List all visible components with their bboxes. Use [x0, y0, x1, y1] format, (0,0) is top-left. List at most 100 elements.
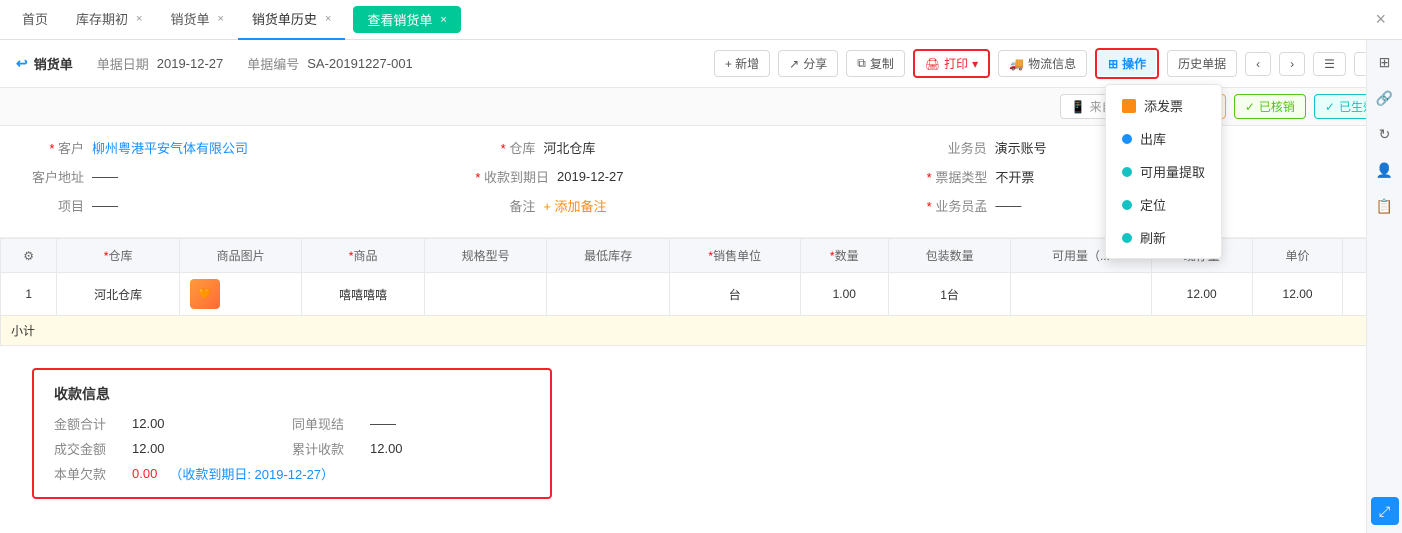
add-invoice-label: 添发票: [1144, 96, 1183, 115]
gear-icon: ⚙: [23, 249, 34, 263]
copy-button[interactable]: ⧉ 复制: [846, 50, 905, 77]
available-qty-label: 可用量提取: [1140, 162, 1205, 181]
locate-item[interactable]: 定位: [1106, 188, 1221, 221]
right-tool-expand[interactable]: ⤢: [1371, 497, 1399, 525]
subtotal-label: 小计: [11, 324, 35, 338]
history-label: 历史单据: [1178, 55, 1226, 72]
note-label: 备注: [475, 196, 535, 215]
tab-view-sales[interactable]: 查看销货单 ×: [353, 6, 460, 33]
doc-no-meta: 单据编号 SA-20191227-001: [239, 54, 413, 73]
print-dropdown-icon: ▾: [972, 57, 978, 71]
subtotal-row: 小计: [1, 316, 1402, 346]
tab-inventory-init[interactable]: 库存期初 ×: [62, 0, 156, 40]
main-content: ↩ 销货单 单据日期 2019-12-27 单据编号 SA-20191227-0…: [0, 40, 1402, 533]
tab-home[interactable]: 首页: [8, 0, 62, 40]
add-invoice-icon: [1122, 99, 1136, 113]
view-list-button[interactable]: ☰: [1313, 52, 1346, 76]
tab-home-label: 首页: [22, 9, 48, 28]
ticket-type-value: 不开票: [995, 167, 1034, 186]
add-note-button[interactable]: + 添加备注: [543, 196, 606, 215]
grid-ops-icon: ⊞: [1108, 57, 1118, 71]
tab-sales-close[interactable]: ×: [217, 13, 223, 25]
available-qty-icon: [1122, 167, 1132, 177]
tab-history-label: 销货单历史: [252, 9, 317, 28]
address-label: 客户地址: [24, 167, 84, 186]
refresh-item[interactable]: 刷新: [1106, 221, 1221, 254]
row-min-stock: [547, 273, 670, 316]
out-warehouse-label: 出库: [1140, 129, 1166, 148]
col-gear[interactable]: ⚙: [1, 239, 57, 273]
right-tool-link[interactable]: 🔗: [1371, 84, 1399, 112]
ticket-type-label: 票据类型: [927, 167, 988, 186]
col-unit: *销售单位: [669, 239, 800, 273]
tab-sales-order[interactable]: 销货单 ×: [156, 0, 237, 40]
row-product: 嘻嘻嘻嘻: [302, 273, 425, 316]
effective-icon: ✓: [1325, 100, 1335, 114]
project-label: 项目: [24, 196, 84, 215]
locate-icon: [1122, 200, 1132, 210]
add-note-text: + 添加备注: [543, 196, 606, 215]
date-label: 单据日期: [89, 54, 149, 73]
sales-staff-value: ——: [995, 198, 1021, 213]
operations-button[interactable]: ⊞ 操作: [1098, 51, 1156, 76]
cumulative-receipt-value: 12.00: [370, 441, 403, 456]
sales-staff-label: 业务员孟: [927, 196, 988, 215]
warehouse-value: 河北仓库: [543, 138, 595, 157]
staff-value: 演示账号: [995, 138, 1047, 157]
row-stock: 12.00: [1151, 273, 1252, 316]
refresh-label: 刷新: [1140, 228, 1166, 247]
tab-sales-history[interactable]: 销货单历史 ×: [238, 0, 345, 40]
tab-sales-label: 销货单: [170, 9, 209, 28]
customer-value[interactable]: 柳州粤港平安气体有限公司: [92, 138, 248, 157]
doc-title: ↩ 销货单: [16, 54, 73, 73]
share-button[interactable]: ↗ 分享: [778, 50, 838, 77]
transaction-amount-label: 成交金额: [54, 439, 124, 458]
out-warehouse-item[interactable]: 出库: [1106, 122, 1221, 155]
customer-label: 客户: [24, 138, 84, 157]
doc-header: ↩ 销货单 单据日期 2019-12-27 单据编号 SA-20191227-0…: [0, 40, 1402, 88]
checked-btn[interactable]: ✓ 已核销: [1234, 94, 1306, 119]
same-order-settle-row: 同单现结 ——: [292, 414, 530, 433]
same-order-settle-label: 同单现结: [292, 414, 362, 433]
no-label: 单据编号: [239, 54, 299, 73]
current-due-label: 本单欠款: [54, 464, 124, 483]
right-tool-grid[interactable]: ⊞: [1371, 48, 1399, 76]
due-note: （收款到期日: 2019-12-27）: [169, 464, 334, 483]
col-pack-qty: 包装数量: [888, 239, 1011, 273]
col-spec: 规格型号: [424, 239, 547, 273]
tab-view-label: 查看销货单: [367, 10, 432, 29]
tab-inventory-close[interactable]: ×: [136, 13, 142, 25]
summary-title: 收款信息: [54, 384, 530, 404]
cumulative-receipt-row: 累计收款 12.00: [292, 439, 530, 458]
share-icon: ↗: [789, 57, 799, 71]
row-quantity: 1.00: [800, 273, 888, 316]
nav-prev-button[interactable]: ‹: [1245, 52, 1271, 76]
tab-bar: 首页 库存期初 × 销货单 × 销货单历史 × 查看销货单 × ×: [0, 0, 1402, 40]
row-available: [1011, 273, 1151, 316]
history-button[interactable]: 历史单据: [1167, 50, 1237, 77]
total-amount-value: 12.00: [132, 416, 165, 431]
logistics-button[interactable]: 🚚 物流信息: [998, 50, 1087, 77]
operations-highlight: ⊞ 操作: [1095, 48, 1159, 79]
current-due-value: 0.00: [132, 466, 157, 481]
available-qty-item[interactable]: 可用量提取: [1106, 155, 1221, 188]
nav-next-button[interactable]: ›: [1279, 52, 1305, 76]
share-label: 分享: [803, 55, 827, 72]
doc-title-text: 销货单: [34, 54, 73, 73]
out-warehouse-icon: [1122, 134, 1132, 144]
same-order-settle-value: ——: [370, 416, 396, 431]
right-tool-refresh[interactable]: ↻: [1371, 120, 1399, 148]
right-tool-clipboard[interactable]: 📋: [1371, 192, 1399, 220]
tab-history-close[interactable]: ×: [325, 13, 331, 25]
cumulative-receipt-label: 累计收款: [292, 439, 362, 458]
row-pack-qty: 1台: [888, 273, 1011, 316]
add-invoice-item[interactable]: 添发票: [1106, 89, 1221, 122]
new-button[interactable]: + 新增: [714, 50, 770, 77]
tab-view-close[interactable]: ×: [440, 14, 446, 26]
window-close-button[interactable]: ×: [1367, 9, 1394, 30]
print-label: 打印: [944, 55, 968, 72]
print-button[interactable]: 🖨 打印 ▾: [913, 49, 990, 78]
right-tool-user[interactable]: 👤: [1371, 156, 1399, 184]
checked-label: 已核销: [1259, 98, 1295, 115]
locate-label: 定位: [1140, 195, 1166, 214]
